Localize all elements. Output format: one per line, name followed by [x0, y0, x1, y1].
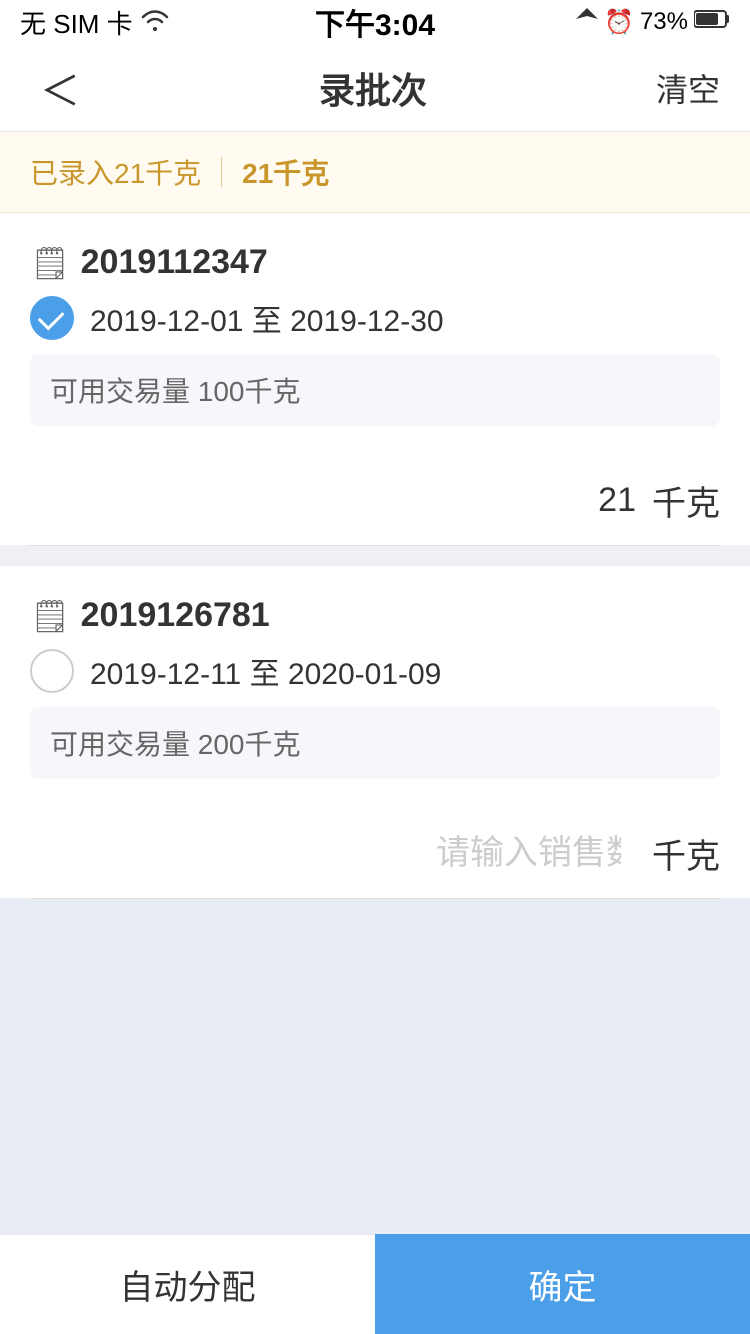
item-id-1: 2019112347	[81, 243, 268, 282]
qty-input-2[interactable]	[436, 834, 636, 873]
qty-value-1: 21	[598, 481, 636, 520]
input-row-2[interactable]: 千克	[0, 809, 750, 898]
confirm-label: 确定	[529, 1260, 597, 1309]
nav-title: 录批次	[319, 62, 427, 114]
battery-icon	[694, 8, 730, 36]
status-bar: 无 SIM 卡 下午3:04 ⏰ 73%	[0, 0, 750, 44]
item-date-row-1: 2019-12-01 至 2019-12-30	[30, 296, 720, 340]
item-date-2: 2019-12-11 至 2020-01-09	[90, 649, 441, 693]
auto-distribute-button[interactable]: 自动分配	[0, 1234, 375, 1334]
wifi-icon	[141, 7, 169, 38]
battery-text: 73%	[640, 8, 688, 36]
confirm-button[interactable]: 确定	[375, 1234, 750, 1334]
item-header-2: 🗒 2019126781	[30, 596, 720, 635]
item-card-2: 🗒 2019126781 2019-12-11 至 2020-01-09 可用交…	[0, 566, 750, 809]
input-row-1: 21 千克	[0, 456, 750, 545]
back-button[interactable]: ＜	[30, 49, 90, 127]
item-header-1: 🗒 2019112347	[30, 243, 720, 282]
summary-value: 21千克	[242, 152, 329, 192]
item-card-1: 🗒 2019112347 2019-12-01 至 2019-12-30 可用交…	[0, 213, 750, 456]
summary-label: 已录入21千克	[30, 152, 201, 192]
carrier-text: 无 SIM 卡	[20, 4, 133, 41]
time-display: 下午3:04	[315, 0, 435, 44]
location-icon	[576, 8, 598, 37]
item-qty-text-1: 可用交易量 100千克	[50, 376, 301, 407]
summary-bar: 已录入21千克 21千克	[0, 132, 750, 213]
qty-unit-1: 千克	[652, 476, 720, 525]
radio-btn-2[interactable]	[30, 649, 74, 693]
batch-icon-1: 🗒	[30, 244, 71, 282]
card-divider	[0, 546, 750, 566]
clear-button[interactable]: 清空	[656, 65, 720, 111]
item-date-1: 2019-12-01 至 2019-12-30	[90, 296, 444, 340]
status-right: ⏰ 73%	[576, 8, 730, 37]
item-qty-text-2: 可用交易量 200千克	[50, 729, 301, 760]
batch-icon-2: 🗒	[30, 597, 71, 635]
main-content: 已录入21千克 21千克 🗒 2019112347 2019-12-01 至 2…	[0, 132, 750, 1299]
item-qty-box-1: 可用交易量 100千克	[30, 354, 720, 426]
qty-unit-2: 千克	[652, 829, 720, 878]
item-date-row-2: 2019-12-11 至 2020-01-09	[30, 649, 720, 693]
summary-divider	[221, 157, 222, 187]
radio-btn-1[interactable]	[30, 296, 74, 340]
auto-distribute-label: 自动分配	[120, 1260, 256, 1309]
status-left: 无 SIM 卡	[20, 4, 169, 41]
alarm-icon: ⏰	[604, 8, 634, 37]
item-qty-box-2: 可用交易量 200千克	[30, 707, 720, 779]
bottom-bar: 自动分配 确定	[0, 1234, 750, 1334]
item-id-2: 2019126781	[81, 596, 270, 635]
nav-bar: ＜ 录批次 清空	[0, 44, 750, 132]
